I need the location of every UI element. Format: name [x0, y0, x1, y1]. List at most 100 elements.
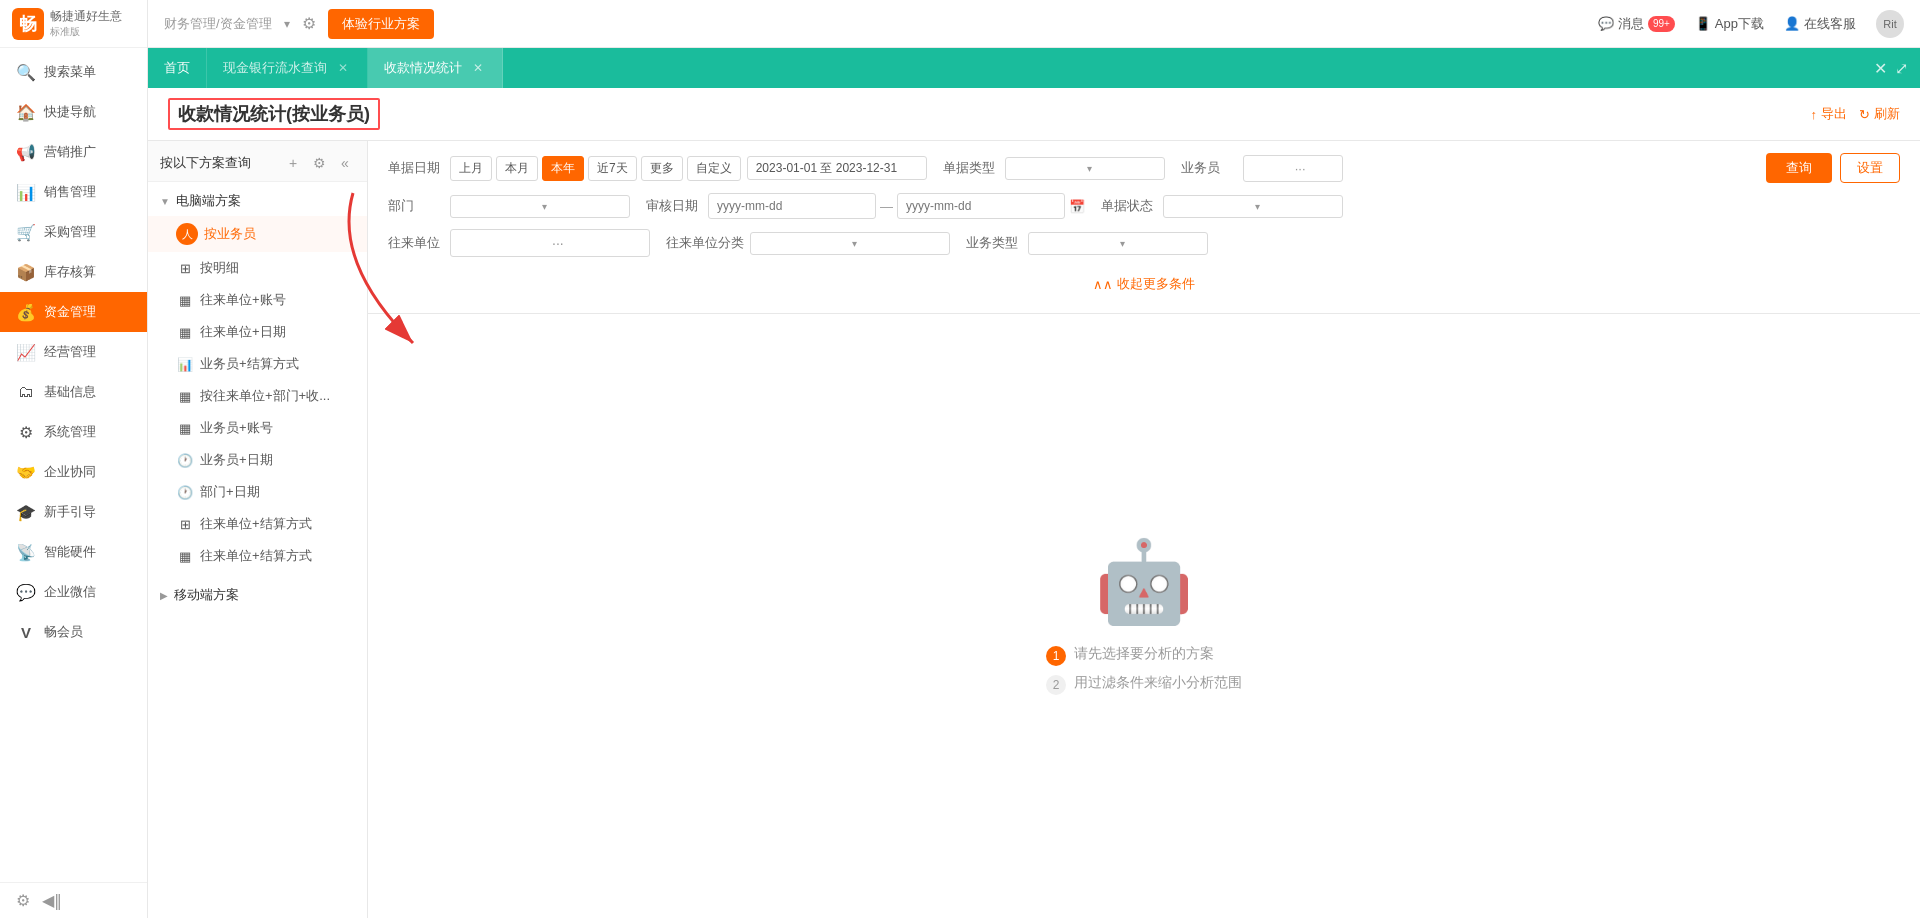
sidebar-item-nav[interactable]: 🏠 快捷导航	[0, 92, 147, 132]
scheme-panel-actions: + ⚙ «	[283, 153, 355, 173]
scheme-group-pc-title[interactable]: ▼ 电脑端方案	[148, 186, 367, 216]
collapse-icon: ∧∧	[1093, 277, 1113, 292]
date-custom-btn[interactable]: 自定义	[687, 156, 741, 181]
filter-type-item: 单据类型 ▾	[943, 157, 1165, 180]
tab-bank[interactable]: 现金银行流水查询 ✕	[207, 48, 368, 88]
sidebar-item-guide[interactable]: 🎓 新手引导	[0, 492, 147, 532]
review-from-input[interactable]	[708, 193, 876, 219]
status-select[interactable]: ▾	[1163, 195, 1343, 218]
chevron-down-icon2: ▾	[542, 201, 621, 212]
sidebar-item-basic[interactable]: 🗂 基础信息	[0, 372, 147, 412]
sidebar-item-label: 营销推广	[44, 143, 96, 161]
sidebar-item-search[interactable]: 🔍 搜索菜单	[0, 52, 147, 92]
scheme-group-mobile-title[interactable]: ▶ 移动端方案	[148, 580, 367, 610]
unit-more-btn[interactable]: ···	[552, 235, 641, 251]
sidebar-item-sales[interactable]: 📊 销售管理	[0, 172, 147, 212]
scheme-item-staff-account[interactable]: ▦ 业务员+账号	[148, 412, 367, 444]
date-this-year-btn[interactable]: 本年	[542, 156, 584, 181]
scheme-item-unit-settle1[interactable]: ⊞ 往来单位+结算方式	[148, 508, 367, 540]
scheme-add-btn[interactable]: +	[283, 153, 303, 173]
scheme-collapse-btn[interactable]: «	[335, 153, 355, 173]
sidebar-item-finance[interactable]: 💰 资金管理	[0, 292, 147, 332]
scheme-panel: 按以下方案查询 + ⚙ « ▼ 电脑端方案 人 按业务员 ⊞	[148, 141, 368, 918]
scheme-item-dept-date-icon: 🕐	[176, 483, 194, 501]
scheme-item-unit-date[interactable]: ▦ 往来单位+日期	[148, 316, 367, 348]
empty-state: 🤖 1 请先选择要分析的方案 2 用过滤条件来缩小分析范围	[1046, 535, 1242, 703]
tab-expand-btn[interactable]: ⤢	[1895, 59, 1908, 78]
tab-bar: 首页 现金银行流水查询 ✕ 收款情况统计 ✕ ✕ ⤢	[148, 48, 1920, 88]
sidebar-item-corp[interactable]: 🤝 企业协同	[0, 452, 147, 492]
unit-category-select[interactable]: ▾	[750, 232, 950, 255]
export-icon: ↑	[1811, 107, 1818, 122]
set-btn[interactable]: 设置	[1840, 153, 1900, 183]
scheme-item-unit-account[interactable]: ▦ 往来单位+账号	[148, 284, 367, 316]
scheme-item-detail[interactable]: ⊞ 按明细	[148, 252, 367, 284]
trial-btn[interactable]: 体验行业方案	[328, 9, 434, 39]
service-icon: 👤	[1784, 16, 1800, 31]
scheme-item-staff-date[interactable]: 🕐 业务员+日期	[148, 444, 367, 476]
review-label: 审核日期	[646, 197, 702, 215]
date-7days-btn[interactable]: 近7天	[588, 156, 637, 181]
date-this-month-btn[interactable]: 本月	[496, 156, 538, 181]
filter-row-2: 部门 ▾ 审核日期 — 📅	[388, 193, 1900, 219]
filter-unit-item: 往来单位 ···	[388, 229, 650, 257]
filter-status-item: 单据状态 ▾	[1101, 195, 1343, 218]
scheme-item-staff[interactable]: 人 按业务员	[148, 216, 367, 252]
sidebar-item-hardware[interactable]: 📡 智能硬件	[0, 532, 147, 572]
scheme-item-staff-account-icon: ▦	[176, 419, 194, 437]
action-buttons: 查询 设置	[1766, 153, 1900, 183]
message-icon: 💬	[1598, 16, 1614, 31]
dept-select[interactable]: ▾	[450, 195, 630, 218]
header-right: 💬 消息 99+ 📱 App下载 👤 在线客服 Rit	[1598, 10, 1904, 38]
filter-dept-item: 部门 ▾	[388, 195, 630, 218]
sidebar-bottom: ⚙ ◀‖	[0, 882, 147, 918]
sidebar-item-member[interactable]: V 畅会员	[0, 612, 147, 652]
scheme-item-unit-settle2[interactable]: ▦ 往来单位+结算方式	[148, 540, 367, 572]
header-left: 财务管理/资金管理 ▾ ⚙ 体验行业方案	[164, 9, 434, 39]
scheme-item-staff-settle[interactable]: 📊 业务员+结算方式	[148, 348, 367, 380]
unit-select[interactable]: ···	[450, 229, 650, 257]
date-prev-month-btn[interactable]: 上月	[450, 156, 492, 181]
sidebar: 畅 畅捷通好生意 标准版 🔍 搜索菜单 🏠 快捷导航 📢 营销推广 📊 销售管理…	[0, 0, 148, 918]
tab-close-all-btn[interactable]: ✕	[1874, 59, 1887, 78]
collapse-filter-btn[interactable]: ∧∧ 收起更多条件	[388, 267, 1900, 301]
tab-bank-close-btn[interactable]: ✕	[335, 60, 351, 76]
scheme-item-staff-icon: 人	[176, 223, 198, 245]
scheme-settings-btn[interactable]: ⚙	[309, 153, 329, 173]
query-btn[interactable]: 查询	[1766, 153, 1832, 183]
sidebar-item-label: 系统管理	[44, 423, 96, 441]
tab-bar-right: ✕ ⤢	[1862, 48, 1920, 88]
date-range-input[interactable]	[747, 156, 927, 180]
sidebar-item-inventory[interactable]: 📦 库存核算	[0, 252, 147, 292]
header-settings-btn[interactable]: ⚙	[302, 14, 316, 33]
dropdown-arrow-icon[interactable]: ▾	[284, 17, 290, 31]
doc-type-select[interactable]: ▾	[1005, 157, 1165, 180]
review-to-input[interactable]	[897, 193, 1065, 219]
sidebar-collapse-btn[interactable]: ◀‖	[42, 891, 62, 910]
calendar-icon[interactable]: 📅	[1069, 199, 1085, 214]
export-btn[interactable]: ↑ 导出	[1811, 105, 1848, 123]
tab-home[interactable]: 首页	[148, 48, 207, 88]
salesperson-select[interactable]: ···	[1243, 155, 1343, 182]
sidebar-item-marketing[interactable]: 📢 营销推广	[0, 132, 147, 172]
sidebar-item-label: 销售管理	[44, 183, 96, 201]
scheme-item-detail-icon: ⊞	[176, 259, 194, 277]
scheme-item-dept-date[interactable]: 🕐 部门+日期	[148, 476, 367, 508]
sidebar-item-wechat[interactable]: 💬 企业微信	[0, 572, 147, 612]
messages-btn[interactable]: 💬 消息 99+	[1598, 15, 1675, 33]
sidebar-item-operations[interactable]: 📈 经营管理	[0, 332, 147, 372]
sidebar-item-system[interactable]: ⚙ 系统管理	[0, 412, 147, 452]
tab-collection-close-btn[interactable]: ✕	[470, 60, 486, 76]
wechat-icon: 💬	[16, 582, 36, 602]
sidebar-item-purchase[interactable]: 🛒 采购管理	[0, 212, 147, 252]
app-download-btn[interactable]: 📱 App下载	[1695, 15, 1764, 33]
biz-type-select[interactable]: ▾	[1028, 232, 1208, 255]
date-more-btn[interactable]: 更多	[641, 156, 683, 181]
refresh-btn[interactable]: ↻ 刷新	[1859, 105, 1900, 123]
sidebar-settings-btn[interactable]: ⚙	[16, 891, 30, 910]
online-service-btn[interactable]: 👤 在线客服	[1784, 15, 1856, 33]
tab-collection[interactable]: 收款情况统计 ✕	[368, 48, 503, 88]
user-avatar[interactable]: Rit	[1876, 10, 1904, 38]
scheme-item-unit-dept[interactable]: ▦ 按往来单位+部门+收...	[148, 380, 367, 412]
ellipsis-icon: ···	[1295, 161, 1334, 176]
